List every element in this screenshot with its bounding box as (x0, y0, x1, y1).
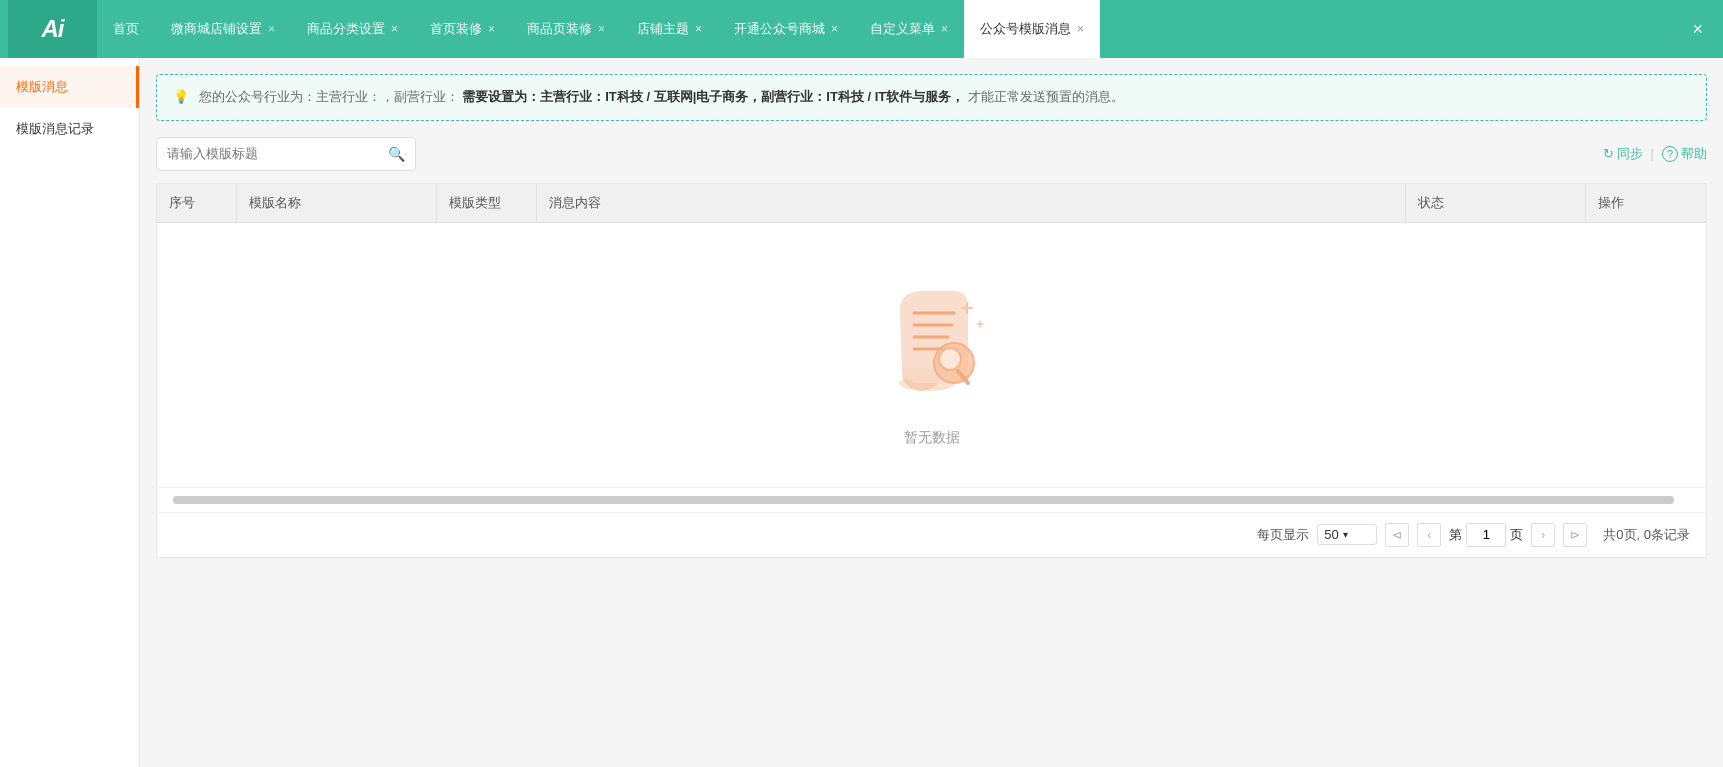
close-all-tabs-button[interactable]: × (1680, 19, 1715, 40)
help-icon: ? (1662, 146, 1678, 162)
close-tab-theme[interactable]: × (695, 22, 702, 36)
close-tab-product-page[interactable]: × (598, 22, 605, 36)
close-tab-template-msg[interactable]: × (1077, 22, 1084, 36)
next-page-button[interactable]: › (1531, 523, 1555, 547)
bulb-icon: 💡 (173, 89, 189, 104)
pagination: 每页显示 50 ▾ ⊲ ‹ 第 页 › (157, 512, 1706, 557)
total-info: 共0页, 0条记录 (1603, 526, 1690, 544)
close-tab-wxmall[interactable]: × (831, 22, 838, 36)
empty-state: 暂无数据 (157, 223, 1706, 487)
table-col-seq: 序号 (157, 184, 237, 222)
notice-banner: 💡 您的公众号行业为：主营行业：，副营行业： 需要设置为：主营行业：IT科技 /… (156, 74, 1707, 121)
search-icon[interactable]: 🔍 (388, 146, 405, 162)
chevron-down-icon: ▾ (1343, 529, 1348, 540)
top-navigation: Ai 首页 微商城店铺设置 × 商品分类设置 × 首页装修 × 商品页装修 × … (0, 0, 1723, 58)
first-page-button[interactable]: ⊲ (1385, 523, 1409, 547)
logo: Ai (8, 0, 97, 58)
close-tab-wshop[interactable]: × (268, 22, 275, 36)
scrollbar-thumb[interactable] (173, 496, 1674, 504)
nav-tab-product-page[interactable]: 商品页装修 × (511, 0, 621, 58)
sync-icon: ↻ (1603, 146, 1614, 161)
search-input[interactable] (167, 146, 388, 161)
nav-tab-custom-menu[interactable]: 自定义菜单 × (854, 0, 964, 58)
current-page-input[interactable] (1466, 523, 1506, 547)
help-button[interactable]: ? 帮助 (1662, 145, 1707, 163)
close-tab-homepage[interactable]: × (488, 22, 495, 36)
close-tab-custom-menu[interactable]: × (941, 22, 948, 36)
toolbar-divider: | (1651, 146, 1654, 161)
page-input-wrap: 第 页 (1449, 523, 1523, 547)
table-col-type: 模版类型 (437, 184, 537, 222)
data-table: 序号 模版名称 模版类型 消息内容 状态 操作 (156, 183, 1707, 558)
page-size-label: 每页显示 (1257, 526, 1309, 544)
nav-tab-wxmall[interactable]: 开通公众号商城 × (718, 0, 854, 58)
last-page-button[interactable]: ⊳ (1563, 523, 1587, 547)
table-col-status: 状态 (1406, 184, 1586, 222)
table-header: 序号 模版名称 模版类型 消息内容 状态 操作 (157, 184, 1706, 223)
scrollbar-area (157, 487, 1706, 512)
nav-tab-theme[interactable]: 店铺主题 × (621, 0, 718, 58)
empty-illustration (872, 283, 992, 413)
last-page-icon: ⊳ (1570, 528, 1580, 542)
sidebar-item-template-log[interactable]: 模版消息记录 (0, 108, 139, 150)
sidebar: 模版消息 模版消息记录 (0, 58, 140, 767)
nav-tab-template-msg[interactable]: 公众号模版消息 × (964, 0, 1100, 58)
toolbar-right: ↻ 同步 | ? 帮助 (1603, 145, 1707, 163)
table-col-name: 模版名称 (237, 184, 437, 222)
horizontal-scrollbar[interactable] (173, 496, 1674, 504)
nav-tab-wshop[interactable]: 微商城店铺设置 × (155, 0, 291, 58)
empty-text: 暂无数据 (904, 429, 960, 447)
table-col-action: 操作 (1586, 184, 1706, 222)
search-input-wrap: 🔍 (156, 137, 416, 171)
nav-tab-category[interactable]: 商品分类设置 × (291, 0, 414, 58)
prev-page-button[interactable]: ‹ (1417, 523, 1441, 547)
page-size-select[interactable]: 50 ▾ (1317, 524, 1377, 545)
sidebar-item-template-msg[interactable]: 模版消息 (0, 66, 139, 108)
sync-button[interactable]: ↻ 同步 (1603, 145, 1643, 163)
prev-page-icon: ‹ (1427, 528, 1431, 542)
content-area: 💡 您的公众号行业为：主营行业：，副营行业： 需要设置为：主营行业：IT科技 /… (140, 58, 1723, 767)
svg-point-6 (939, 348, 961, 370)
main-layout: 模版消息 模版消息记录 💡 您的公众号行业为：主营行业：，副营行业： 需要设置为… (0, 58, 1723, 767)
next-page-icon: › (1541, 528, 1545, 542)
nav-tab-home[interactable]: 首页 (97, 0, 155, 58)
nav-tab-homepage[interactable]: 首页装修 × (414, 0, 511, 58)
close-tab-category[interactable]: × (391, 22, 398, 36)
table-col-content: 消息内容 (537, 184, 1406, 222)
search-bar: 🔍 ↻ 同步 | ? 帮助 (156, 137, 1707, 171)
first-page-icon: ⊲ (1392, 528, 1402, 542)
